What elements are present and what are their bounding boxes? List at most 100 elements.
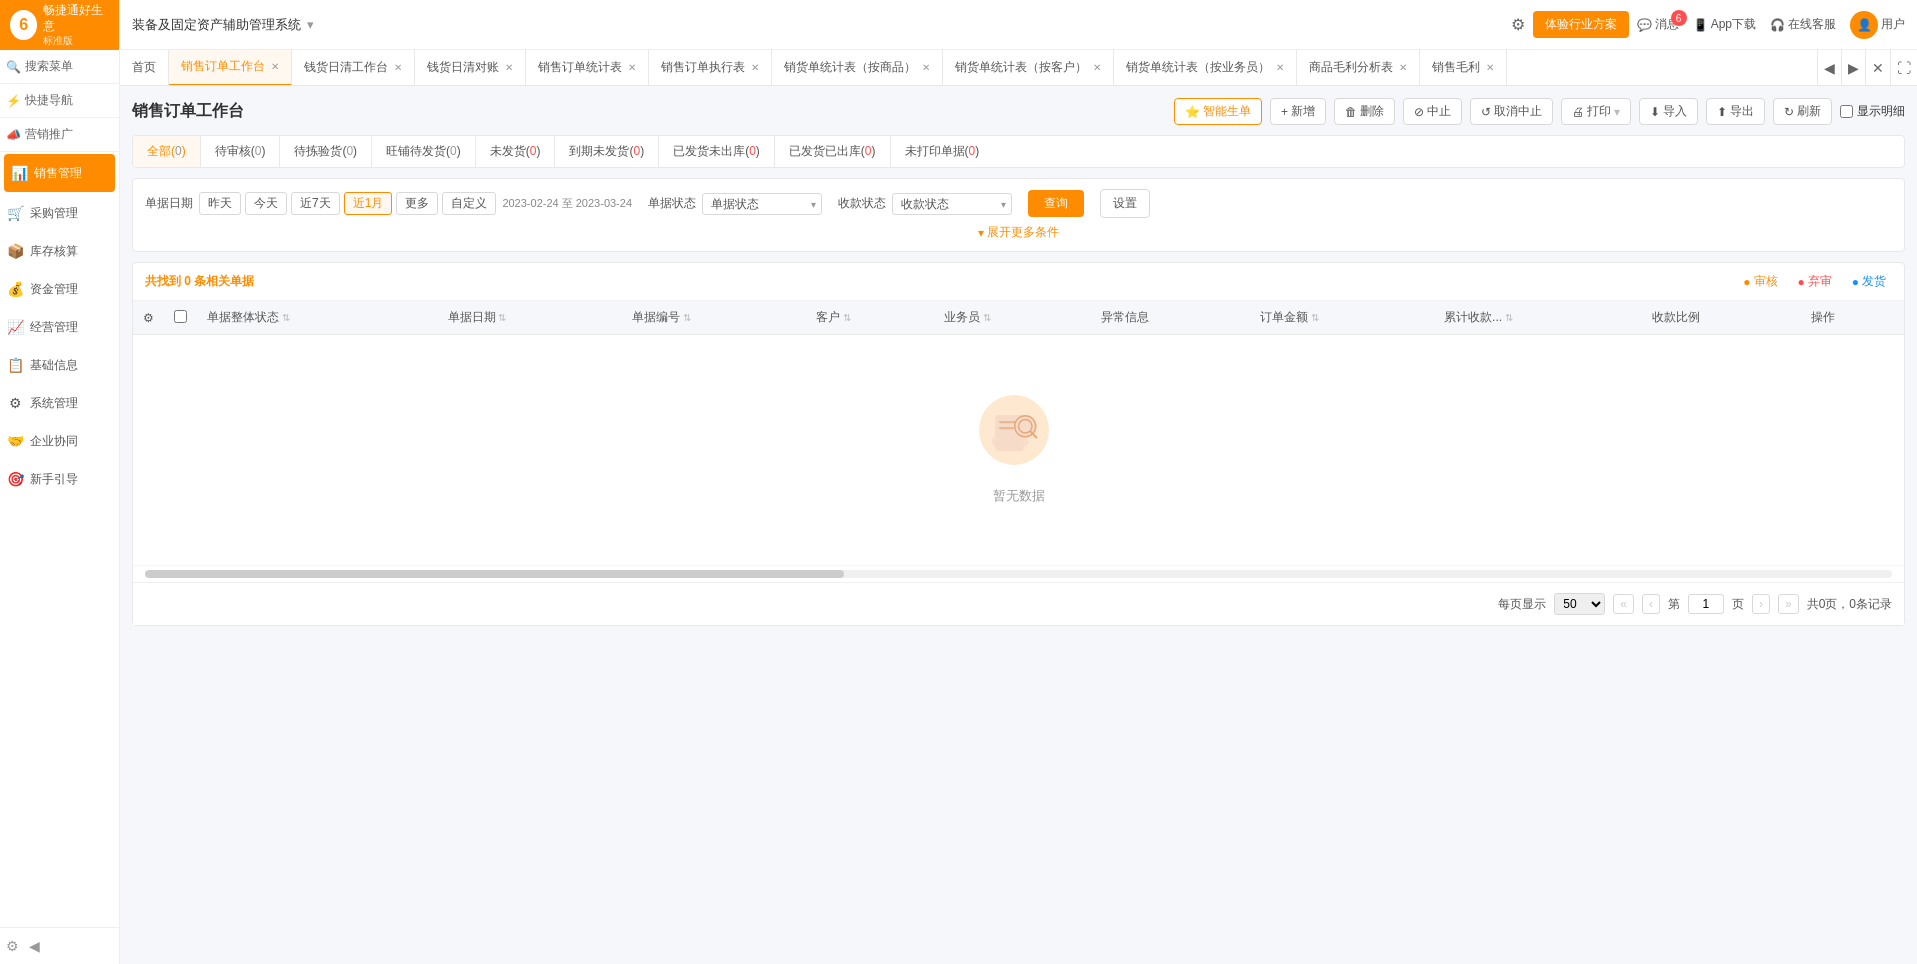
tab-sales-workbench[interactable]: 销售订单工作台✕ — [169, 50, 292, 86]
sidebar-item-system[interactable]: ⚙系统管理 — [0, 384, 119, 422]
tabs-scroll-right[interactable]: ▶ — [1841, 50, 1865, 86]
sidebar-search[interactable]: 🔍 搜索菜单 — [0, 50, 119, 84]
prev-page-btn[interactable]: ‹ — [1642, 594, 1660, 614]
date-btn-今天[interactable]: 今天 — [245, 192, 287, 215]
col-customer[interactable]: 客户 — [806, 301, 934, 335]
export-btn[interactable]: ⬆ 导出 — [1706, 98, 1765, 125]
sidebar-item-purchase[interactable]: 🛒采购管理 — [0, 194, 119, 232]
tab-sales-stats[interactable]: 销售订单统计表✕ — [526, 50, 649, 86]
tab-close-goods-stats[interactable]: ✕ — [922, 62, 930, 73]
sidebar-item-guide[interactable]: 🎯新手引导 — [0, 460, 119, 498]
sub-tab-all[interactable]: 全部(0) — [133, 136, 201, 167]
payment-select[interactable]: 收款状态 — [892, 193, 1012, 215]
expand-more-btn[interactable]: ▾ 展开更多条件 — [145, 224, 1892, 241]
show-detail-checkbox-label[interactable]: 显示明细 — [1840, 103, 1905, 120]
dropdown-icon: ▾ — [307, 17, 314, 32]
next-page-btn[interactable]: › — [1752, 594, 1770, 614]
tab-customer-stats[interactable]: 销货单统计表（按客户）✕ — [943, 50, 1114, 86]
show-detail-checkbox[interactable] — [1840, 105, 1853, 118]
app-download-btn[interactable]: 📱 App下载 — [1693, 16, 1756, 33]
col-received[interactable]: 累计收款... — [1434, 301, 1642, 335]
refresh-btn[interactable]: ↻ 刷新 — [1773, 98, 1832, 125]
sidebar-item-finance[interactable]: 💰资金管理 — [0, 270, 119, 308]
sub-tab-pending-review[interactable]: 待审核(0) — [201, 136, 281, 167]
date-btn-近1月[interactable]: 近1月 — [344, 192, 393, 215]
delete-btn[interactable]: 🗑 删除 — [1334, 98, 1395, 125]
col-salesman[interactable]: 业务员 — [934, 301, 1090, 335]
col-number[interactable]: 单据编号 — [622, 301, 806, 335]
horizontal-scrollbar[interactable] — [145, 570, 1892, 578]
user-btn[interactable]: 👤 用户 — [1850, 11, 1905, 39]
nav-icon-finance: 💰 — [6, 280, 24, 298]
reject-btn[interactable]: ● 弃审 — [1792, 271, 1838, 292]
sub-tab-shipped-out[interactable]: 已发货已出库(0) — [775, 136, 891, 167]
tab-salesman-stats[interactable]: 销货单统计表（按业务员）✕ — [1114, 50, 1297, 86]
sidebar-item-collab[interactable]: 🤝企业协同 — [0, 422, 119, 460]
tab-close-profit-analysis[interactable]: ✕ — [1399, 62, 1407, 73]
tabs-scroll-left[interactable]: ◀ — [1817, 50, 1841, 86]
settings-icon[interactable]: ⚙ — [6, 938, 19, 954]
online-service-btn[interactable]: 🎧 在线客服 — [1770, 16, 1836, 33]
sidebar-quick-nav[interactable]: ⚡ 快捷导航 — [0, 84, 119, 118]
topbar-gear-icon[interactable]: ⚙ — [1511, 15, 1525, 34]
cancel-stop-btn[interactable]: ↺ 取消中止 — [1470, 98, 1553, 125]
headset-icon: 🎧 — [1770, 18, 1785, 32]
tabs-fullscreen[interactable]: ⛶ — [1890, 50, 1917, 86]
tab-close-sales-stats[interactable]: ✕ — [628, 62, 636, 73]
col-check[interactable] — [164, 301, 197, 335]
first-page-btn[interactable]: « — [1613, 594, 1634, 614]
col-status[interactable]: 单据整体状态 — [197, 301, 438, 335]
print-btn[interactable]: 🖨 打印 ▾ — [1561, 98, 1631, 125]
sub-tab-shipped-not-out[interactable]: 已发货未出库(0) — [659, 136, 775, 167]
col-amount[interactable]: 订单金额 — [1250, 301, 1434, 335]
date-btn-昨天[interactable]: 昨天 — [199, 192, 241, 215]
tab-profit-analysis[interactable]: 商品毛利分析表✕ — [1297, 50, 1420, 86]
date-btn-近7天[interactable]: 近7天 — [291, 192, 340, 215]
select-all-checkbox[interactable] — [174, 310, 187, 323]
date-btn-自定义[interactable]: 自定义 — [442, 192, 496, 215]
col-date[interactable]: 单据日期 — [438, 301, 622, 335]
deliver-btn[interactable]: ● 发货 — [1846, 271, 1892, 292]
query-btn[interactable]: 查询 — [1028, 190, 1084, 217]
status-select[interactable]: 单据状态 — [702, 193, 822, 215]
approve-btn[interactable]: ● 审核 — [1737, 271, 1783, 292]
sidebar-item-basic-info[interactable]: 📋基础信息 — [0, 346, 119, 384]
import-btn[interactable]: ⬇ 导入 — [1639, 98, 1698, 125]
tab-close-sales-exec[interactable]: ✕ — [751, 62, 759, 73]
tab-goods-stats[interactable]: 销货单统计表（按商品）✕ — [772, 50, 943, 86]
col-settings[interactable]: ⚙ — [133, 301, 164, 335]
tab-sales-profit[interactable]: 销售毛利✕ — [1420, 50, 1507, 86]
add-btn[interactable]: + 新增 — [1270, 98, 1326, 125]
sub-tab-not-printed[interactable]: 未打印单据(0) — [891, 136, 994, 167]
sidebar-item-sales[interactable]: 📊销售管理 — [4, 154, 115, 192]
tab-close-money-goods[interactable]: ✕ — [394, 62, 402, 73]
tab-money-goods[interactable]: 钱货日清工作台✕ — [292, 50, 415, 86]
stop-btn[interactable]: ⊘ 中止 — [1403, 98, 1462, 125]
last-page-btn[interactable]: » — [1778, 594, 1799, 614]
page-input[interactable] — [1688, 594, 1724, 614]
sidebar-item-inventory[interactable]: 📦库存核算 — [0, 232, 119, 270]
message-btn[interactable]: 💬 消息 6 — [1637, 16, 1679, 33]
date-filter: 单据日期 昨天今天近7天近1月更多自定义 2023-02-24 至 2023-0… — [145, 192, 632, 215]
per-page-select[interactable]: 50 10 20 100 — [1554, 593, 1605, 615]
tab-home[interactable]: 首页 — [120, 50, 169, 86]
sub-tab-wangpu-pending[interactable]: 旺铺待发货(0) — [372, 136, 476, 167]
sidebar-item-management[interactable]: 📈经营管理 — [0, 308, 119, 346]
tab-reconciliation[interactable]: 钱货日清对账✕ — [415, 50, 526, 86]
collapse-icon[interactable]: ◀ — [29, 938, 40, 954]
sidebar-promo[interactable]: 📣 营销推广 — [0, 118, 119, 152]
sub-tab-not-shipped[interactable]: 未发货(0) — [476, 136, 556, 167]
smart-create-btn[interactable]: ⭐ 智能生单 — [1174, 98, 1262, 125]
filter-settings-btn[interactable]: 设置 — [1100, 189, 1150, 218]
tab-close-sales-workbench[interactable]: ✕ — [271, 61, 279, 72]
tabs-close-all[interactable]: ✕ — [1865, 50, 1890, 86]
tab-close-customer-stats[interactable]: ✕ — [1093, 62, 1101, 73]
sub-tab-pending-pick[interactable]: 待拣验货(0) — [280, 136, 372, 167]
date-btn-更多[interactable]: 更多 — [396, 192, 438, 215]
industry-btn[interactable]: 体验行业方案 — [1533, 11, 1629, 38]
tab-close-salesman-stats[interactable]: ✕ — [1276, 62, 1284, 73]
sub-tab-overdue-not-shipped[interactable]: 到期未发货(0) — [555, 136, 659, 167]
tab-close-sales-profit[interactable]: ✕ — [1486, 62, 1494, 73]
tab-close-reconciliation[interactable]: ✕ — [505, 62, 513, 73]
tab-sales-exec[interactable]: 销售订单执行表✕ — [649, 50, 772, 86]
